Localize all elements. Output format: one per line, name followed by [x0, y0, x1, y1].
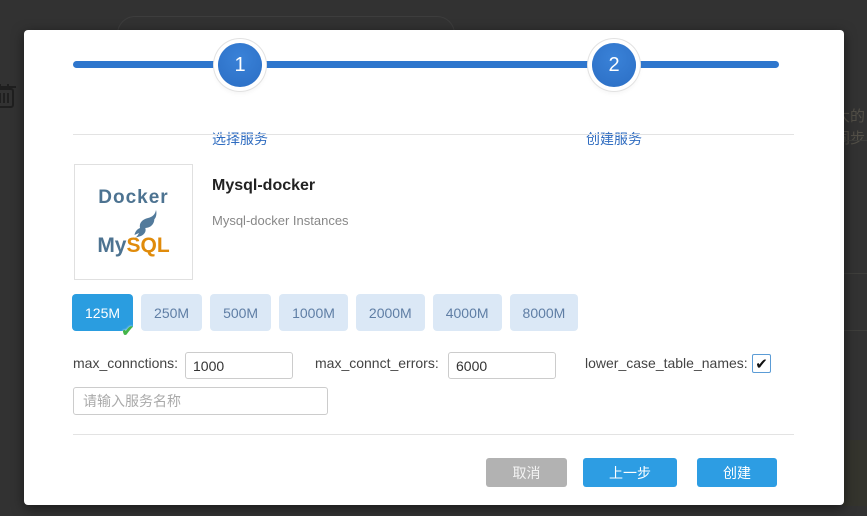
- selected-check-icon: ✔: [121, 323, 135, 340]
- create-button[interactable]: 创建: [697, 458, 777, 487]
- step-1-label: 选择服务: [212, 131, 268, 147]
- stepper-progress-bar: [73, 61, 779, 68]
- max-connections-input[interactable]: [185, 352, 293, 379]
- previous-step-button[interactable]: 上一步: [583, 458, 677, 487]
- size-option-500m[interactable]: 500M: [210, 294, 272, 331]
- cancel-button[interactable]: 取消: [486, 458, 567, 487]
- step-2-circle: 2: [592, 43, 636, 87]
- background-row-highlight: [843, 440, 867, 506]
- size-option-8000m[interactable]: 8000M: [509, 294, 579, 331]
- step-2-label: 创建服务: [586, 131, 642, 147]
- background-row-line: [843, 140, 867, 141]
- size-option-1000m[interactable]: 1000M: [279, 294, 348, 331]
- docker-logo-text: Docker: [98, 186, 169, 208]
- background-row-line: [843, 330, 867, 331]
- trash-icon: [0, 84, 16, 108]
- footer-divider: [73, 434, 794, 435]
- max-connect-errors-label: max_connct_errors:: [315, 355, 439, 371]
- create-service-modal: 1 2 选择服务 创建服务 Docker MySQL Mysql-docker …: [24, 30, 844, 505]
- checkbox-check-icon: ✔: [755, 355, 768, 373]
- size-options: 125M ✔ 250M 500M 1000M 2000M 4000M 8000M: [72, 294, 579, 340]
- size-option-2000m[interactable]: 2000M: [355, 294, 425, 331]
- lower-case-table-names-label: lower_case_table_names:: [585, 355, 748, 371]
- stepper-divider: [73, 134, 794, 135]
- lower-case-table-names-checkbox[interactable]: ✔: [752, 354, 771, 373]
- size-option-250m[interactable]: 250M: [141, 294, 203, 331]
- service-logo: Docker MySQL: [74, 164, 193, 280]
- service-subtitle: Mysql-docker Instances: [212, 213, 349, 228]
- step-1-number: 1: [234, 53, 246, 76]
- step-2-number: 2: [608, 53, 620, 76]
- max-connections-label: max_connctions:: [73, 355, 179, 371]
- background-row-line: [843, 273, 867, 274]
- mysql-logo-text: MySQL: [97, 234, 169, 258]
- max-connect-errors-input[interactable]: [448, 352, 556, 379]
- size-option-125m[interactable]: 125M ✔: [72, 294, 134, 340]
- service-name-input[interactable]: [73, 387, 328, 415]
- step-1-circle: 1: [218, 43, 262, 87]
- mysql-logo-my: My: [97, 233, 127, 257]
- size-option-4000m[interactable]: 4000M: [432, 294, 502, 331]
- mysql-logo-sql: SQL: [126, 233, 170, 257]
- service-title: Mysql-docker: [212, 177, 316, 194]
